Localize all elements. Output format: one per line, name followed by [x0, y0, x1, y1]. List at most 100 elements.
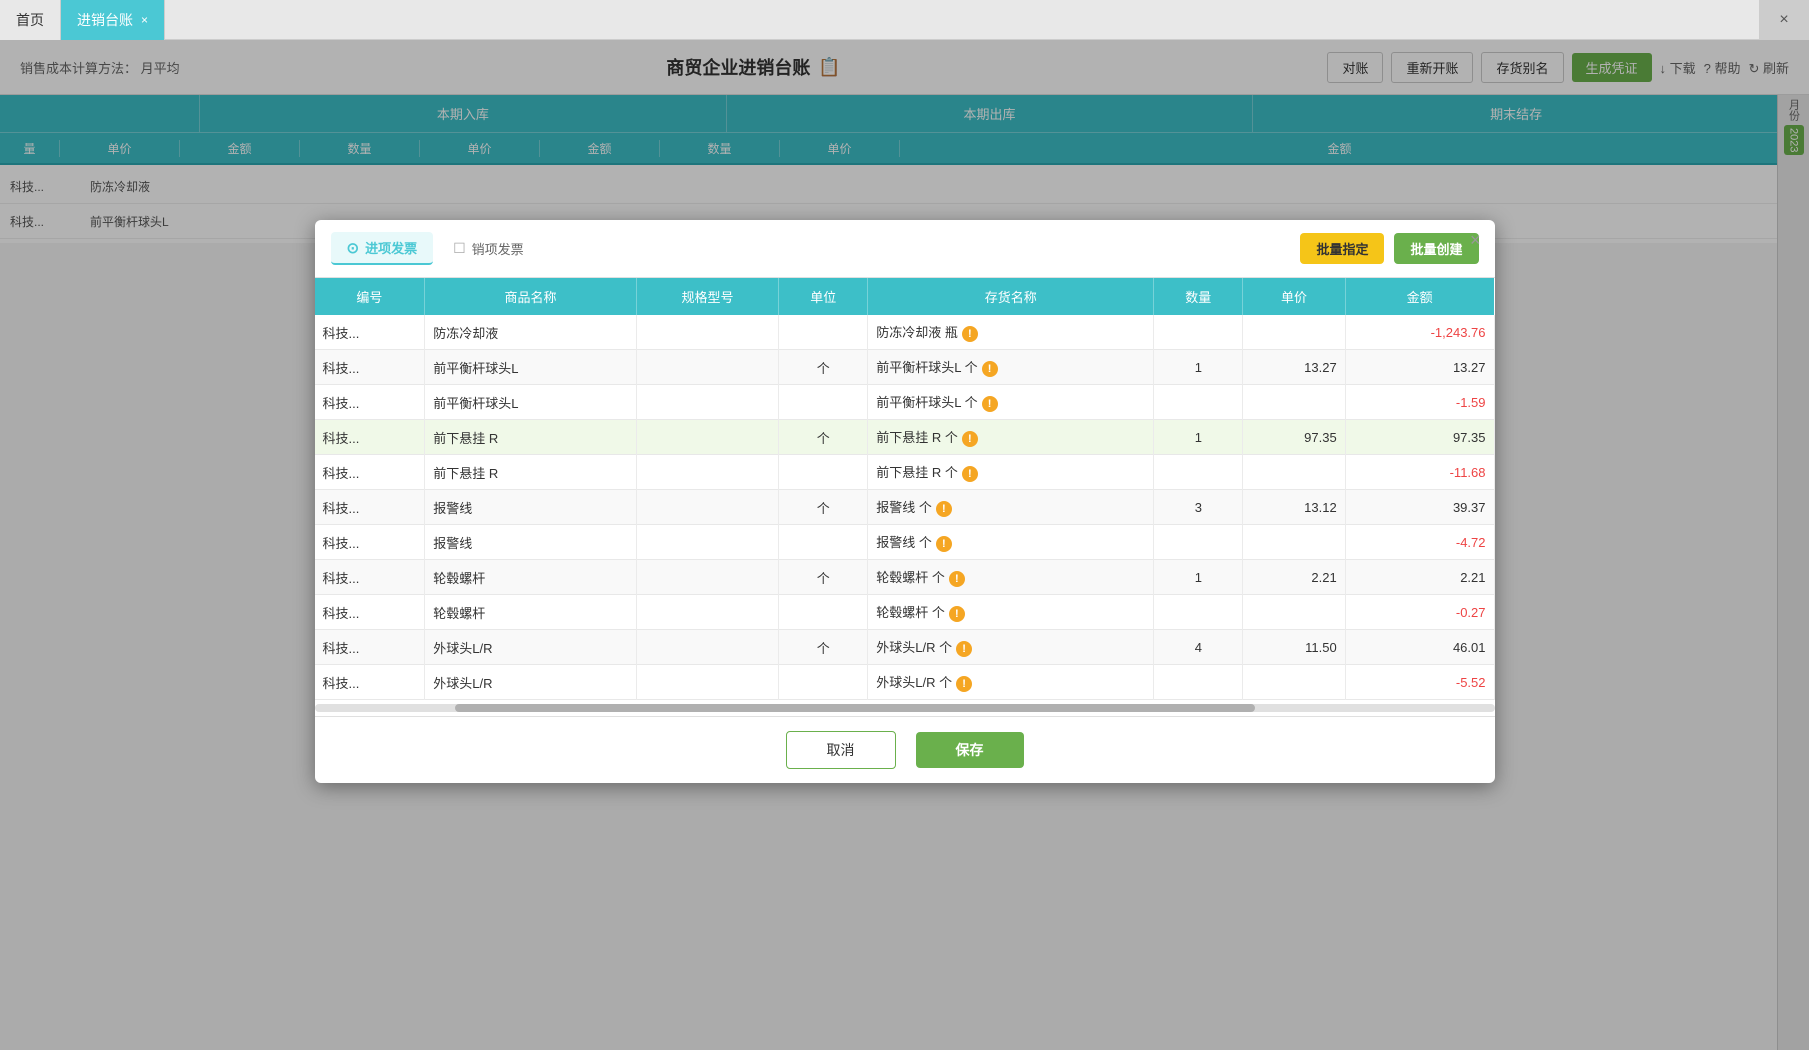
table-cell: 39.37 [1345, 490, 1494, 525]
warning-icon: ! [936, 501, 952, 517]
table-cell: 3 [1154, 490, 1243, 525]
tab-ledger[interactable]: 进销台账 × [61, 0, 165, 40]
table-row[interactable]: 科技...报警线报警线 个!-4.72 [315, 525, 1495, 560]
table-cell [636, 665, 779, 700]
table-row[interactable]: 科技...轮毂螺杆轮毂螺杆 个!-0.27 [315, 595, 1495, 630]
inventory-cell: 前平衡杆球头L 个! [868, 385, 1154, 420]
col-header-product: 商品名称 [425, 278, 636, 315]
table-cell: 科技... [315, 350, 425, 385]
table-cell: 个 [779, 630, 868, 665]
modal-overlay: ⊙ 进项发票 ☐ 销项发票 批量指定 批量创建 × [0, 40, 1809, 1050]
table-cell [1243, 315, 1345, 350]
inventory-cell: 外球头L/R 个! [868, 630, 1154, 665]
tab-bar: 首页 进销台账 × × [0, 0, 1809, 40]
inventory-cell: 前下悬挂 R 个! [868, 420, 1154, 455]
table-row[interactable]: 科技...外球头L/R个外球头L/R 个!411.5046.01 [315, 630, 1495, 665]
inventory-cell: 防冻冷却液 瓶! [868, 315, 1154, 350]
table-cell: 个 [779, 350, 868, 385]
table-cell: 前平衡杆球头L [425, 350, 636, 385]
table-cell [779, 595, 868, 630]
table-cell: 防冻冷却液 [425, 315, 636, 350]
warning-icon: ! [962, 431, 978, 447]
incoming-tab-label: 进项发票 [365, 238, 417, 257]
modal-header: ⊙ 进项发票 ☐ 销项发票 批量指定 批量创建 × [315, 220, 1495, 278]
table-row[interactable]: 科技...前平衡杆球头L 前平衡杆球头L 个! -1.59 [315, 385, 1495, 420]
table-cell [1243, 455, 1345, 490]
tab-close-icon[interactable]: × [141, 13, 148, 27]
table-cell: -1.59 [1345, 385, 1494, 420]
table-header-row: 编号 商品名称 规格型号 单位 存货名称 数量 单价 金额 [315, 278, 1495, 315]
table-cell [636, 420, 779, 455]
table-cell: 外球头L/R [425, 630, 636, 665]
col-header-spec: 规格型号 [636, 278, 779, 315]
save-button[interactable]: 保存 [916, 732, 1024, 768]
table-cell: 科技... [315, 455, 425, 490]
table-cell: 11.50 [1243, 630, 1345, 665]
table-cell [636, 455, 779, 490]
col-header-amount: 金额 [1345, 278, 1494, 315]
table-cell: 科技... [315, 420, 425, 455]
table-row[interactable]: 科技...轮毂螺杆个轮毂螺杆 个!12.212.21 [315, 560, 1495, 595]
table-cell: 轮毂螺杆 [425, 560, 636, 595]
horizontal-scrollbar[interactable] [315, 704, 1495, 712]
inventory-cell: 报警线 个! [868, 490, 1154, 525]
modal-close-button[interactable]: × [1470, 230, 1481, 251]
table-cell [1243, 665, 1345, 700]
table-row[interactable]: 科技...外球头L/R外球头L/R 个!-5.52 [315, 665, 1495, 700]
table-cell: 前下悬挂 R [425, 455, 636, 490]
window-close-icon: × [1779, 11, 1788, 29]
tab-home-label: 首页 [16, 10, 44, 30]
table-row[interactable]: 科技...前平衡杆球头L个前平衡杆球头L 个!113.2713.27 [315, 350, 1495, 385]
app-container: 首页 进销台账 × × 销售成本计算方法： 月平均 商贸企业进销台账 📋 对账 … [0, 0, 1809, 1050]
table-cell: 科技... [315, 525, 425, 560]
incoming-tab-icon: ⊙ [347, 239, 360, 257]
table-cell: 科技... [315, 315, 425, 350]
table-cell: 科技... [315, 385, 425, 420]
warning-icon: ! [962, 466, 978, 482]
table-row[interactable]: 科技...防冻冷却液防冻冷却液 瓶!-1,243.76 [315, 315, 1495, 350]
table-cell: 报警线 [425, 490, 636, 525]
table-cell [1154, 595, 1243, 630]
warning-icon: ! [949, 571, 965, 587]
scrollbar-thumb[interactable] [455, 704, 1255, 712]
table-row[interactable]: 科技...前下悬挂 R前下悬挂 R 个!-11.68 [315, 455, 1495, 490]
table-row[interactable]: 科技...报警线个报警线 个!313.1239.37 [315, 490, 1495, 525]
table-cell [779, 525, 868, 560]
batch-create-button[interactable]: 批量创建 [1394, 233, 1478, 264]
table-cell [779, 665, 868, 700]
table-cell: 1 [1154, 560, 1243, 595]
table-cell: -11.68 [1345, 455, 1494, 490]
tab-home[interactable]: 首页 [0, 0, 61, 40]
table-cell [1243, 385, 1345, 420]
table-cell [636, 525, 779, 560]
table-cell: 科技... [315, 560, 425, 595]
table-cell: 97.35 [1243, 420, 1345, 455]
cancel-button[interactable]: 取消 [786, 731, 896, 769]
main-content: 销售成本计算方法： 月平均 商贸企业进销台账 📋 对账 重新开账 存货别名 生成… [0, 40, 1809, 1050]
tab-outgoing-invoice[interactable]: ☐ 销项发票 [437, 233, 540, 264]
table-cell: 科技... [315, 595, 425, 630]
tab-ledger-label: 进销台账 [77, 10, 133, 30]
table-cell: 个 [779, 560, 868, 595]
warning-icon: ! [936, 536, 952, 552]
table-cell [779, 315, 868, 350]
table-row[interactable]: 科技...前下悬挂 R个前下悬挂 R 个!197.3597.35 [315, 420, 1495, 455]
modal-dialog: ⊙ 进项发票 ☐ 销项发票 批量指定 批量创建 × [315, 220, 1495, 783]
table-cell: 报警线 [425, 525, 636, 560]
batch-assign-button[interactable]: 批量指定 [1300, 233, 1384, 264]
inventory-cell: 轮毂螺杆 个! [868, 595, 1154, 630]
table-cell [636, 385, 779, 420]
tab-incoming-invoice[interactable]: ⊙ 进项发票 [331, 232, 434, 265]
table-cell: 前平衡杆球头L [425, 385, 636, 420]
table-cell: 科技... [315, 665, 425, 700]
table-cell: -0.27 [1345, 595, 1494, 630]
inventory-cell: 报警线 个! [868, 525, 1154, 560]
table-cell: 97.35 [1345, 420, 1494, 455]
table-cell: 2.21 [1345, 560, 1494, 595]
window-close-button[interactable]: × [1759, 0, 1809, 40]
table-cell [1243, 525, 1345, 560]
table-body: 科技...防冻冷却液防冻冷却液 瓶!-1,243.76科技...前平衡杆球头L个… [315, 315, 1495, 700]
table-cell [636, 595, 779, 630]
table-cell [636, 490, 779, 525]
outgoing-tab-icon: ☐ [453, 240, 466, 257]
